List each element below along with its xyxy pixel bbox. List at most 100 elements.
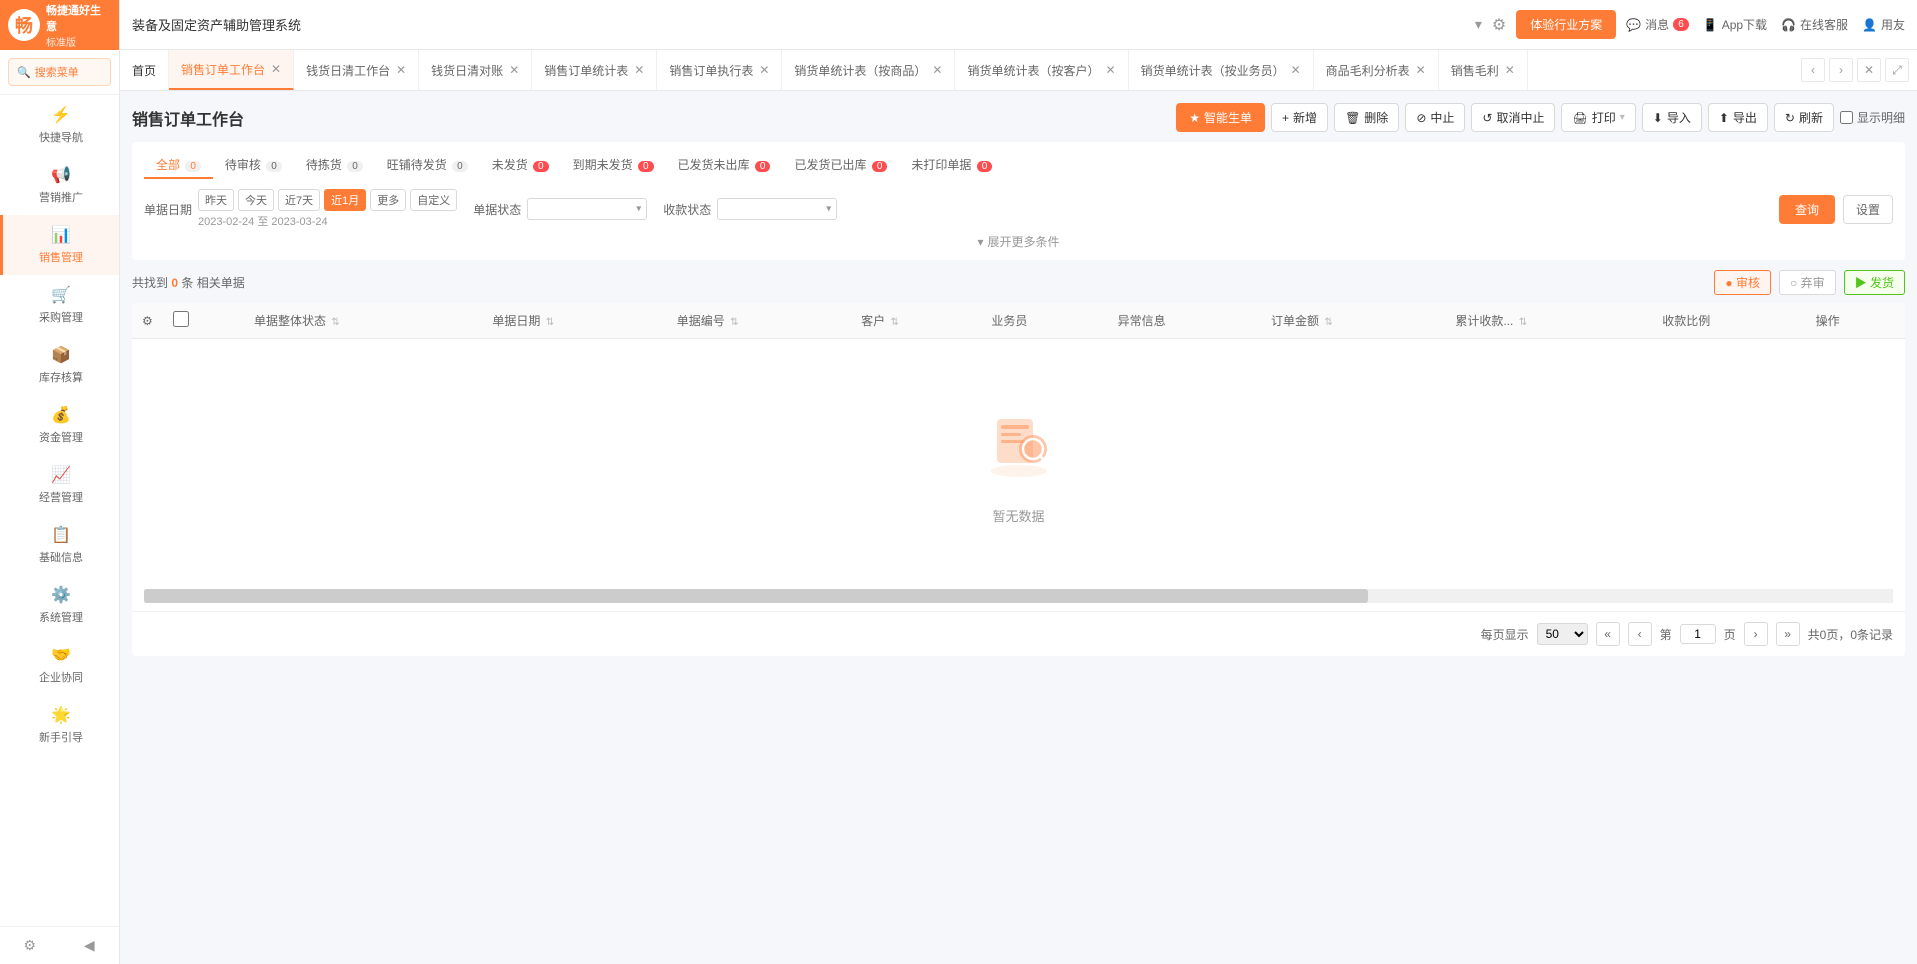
sidebar-item-guide[interactable]: 🌟 新手引导 [0,695,119,755]
tab-close-sales-gross[interactable]: ✕ [1505,63,1515,77]
filter-tab-wangpu[interactable]: 旺铺待发货 0 [375,152,480,179]
print-button[interactable]: 🖨 打印 ▾ [1561,103,1635,132]
tab-sales-workbench[interactable]: 销售订单工作台 ✕ [169,50,294,90]
tab-close-sales-summary-staff[interactable]: ✕ [1291,63,1301,77]
tab-sales-gross[interactable]: 销售毛利 ✕ [1439,50,1528,90]
sidebar-quick-nav[interactable]: ⚡ 快捷导航 [0,95,119,155]
tab-product-margin[interactable]: 商品毛利分析表 ✕ [1314,50,1439,90]
tab-close-cash-daily[interactable]: ✕ [396,63,406,77]
date-custom-button[interactable]: 自定义 [410,189,457,211]
cancel-audit-button[interactable]: ○ 弃审 [1779,270,1836,295]
sidebar-item-marketing[interactable]: 📢 营销推广 [0,155,119,215]
industry-solution-button[interactable]: 体验行业方案 [1516,10,1616,39]
tab-close-sales-workbench[interactable]: ✕ [271,62,281,76]
scrollbar-thumb[interactable] [144,589,1368,603]
tab-home[interactable]: 首页 [120,50,169,90]
messages-label: 消息 [1645,16,1669,33]
tab-close-sales-stats[interactable]: ✕ [634,63,644,77]
sort-collected-icon[interactable]: ⇅ [1519,317,1527,328]
system-dropdown-icon[interactable]: ▾ [1475,16,1482,33]
tabs-expand-button[interactable]: ⤢ [1885,58,1909,82]
tabs-scroll-right-button[interactable]: › [1829,58,1853,82]
tab-close-cash-reconcile[interactable]: ✕ [509,63,519,77]
sidebar-settings-button[interactable]: ⚙ [0,927,60,964]
show-detail-checkbox[interactable] [1840,111,1853,124]
tab-sales-exec[interactable]: 销售订单执行表 ✕ [657,50,782,90]
tab-cash-daily[interactable]: 钱货日清工作台 ✕ [294,50,419,90]
horizontal-scrollbar[interactable] [144,589,1893,603]
expand-more-button[interactable]: ▾ 展开更多条件 [144,229,1893,250]
sidebar-item-finance[interactable]: 💰 资金管理 [0,395,119,455]
sidebar-item-purchase[interactable]: 🛒 采购管理 [0,275,119,335]
cancel-suspend-button[interactable]: ↺ 取消中止 [1471,103,1555,132]
tabs-close-all-button[interactable]: ✕ [1857,58,1881,82]
status-select[interactable] [527,198,647,220]
tab-sales-summary-staff[interactable]: 销货单统计表（按业务员） ✕ [1129,50,1314,90]
date-1month-button[interactable]: 近1月 [324,189,366,211]
page-size-select[interactable]: 50 10 20 100 [1537,623,1588,645]
sort-customer-icon[interactable]: ⇅ [890,317,898,328]
show-detail-label[interactable]: 显示明细 [1840,109,1905,126]
tab-close-sales-exec[interactable]: ✕ [759,63,769,77]
query-button[interactable]: 查询 [1779,195,1835,224]
tab-sales-summary-product[interactable]: 销货单统计表（按商品） ✕ [782,50,955,90]
last-page-button[interactable]: » [1776,622,1800,646]
sidebar-item-sales[interactable]: 📊 销售管理 [0,215,119,275]
sort-status-icon[interactable]: ⇅ [331,317,339,328]
enterprise-icon: 🤝 [51,645,71,665]
tab-cash-reconcile[interactable]: 钱货日清对账 ✕ [419,50,532,90]
sort-number-icon[interactable]: ⇅ [730,317,738,328]
tab-close-product-margin[interactable]: ✕ [1416,63,1426,77]
smart-create-button[interactable]: ★ 智能生单 [1176,103,1265,132]
user-menu-button[interactable]: 👤 用友 [1862,16,1905,33]
filter-settings-button[interactable]: 设置 [1843,195,1893,224]
date-yesterday-button[interactable]: 昨天 [198,189,234,211]
col-settings[interactable]: ⚙ [132,303,163,339]
filter-tab-pending-inspect[interactable]: 待拣货 0 [294,152,375,179]
date-today-button[interactable]: 今天 [238,189,274,211]
filter-tab-shipped-warehoused[interactable]: 已发货已出库 0 [782,152,899,179]
suspend-button[interactable]: ⊘ 中止 [1405,103,1465,132]
online-service-button[interactable]: 🎧 在线客服 [1781,16,1848,33]
import-button[interactable]: ⬇ 导入 [1642,103,1702,132]
export-button[interactable]: ⬆ 导出 [1708,103,1768,132]
filter-tab-expired-unshipped[interactable]: 到期未发货 0 [561,152,666,179]
next-page-button[interactable]: › [1744,622,1768,646]
filter-tab-unprinted[interactable]: 未打印单据 0 [899,152,1004,179]
delete-button[interactable]: 🗑 删除 [1334,103,1399,132]
tab-close-sales-summary-product[interactable]: ✕ [932,63,942,77]
select-all-checkbox[interactable] [173,311,189,327]
audit-button[interactable]: ● 审核 [1714,270,1771,295]
ship-button[interactable]: ▶ 发货 [1844,270,1905,295]
filter-tab-pending-audit[interactable]: 待审核 0 [213,152,294,179]
tab-sales-summary-customer[interactable]: 销货单统计表（按客户） ✕ [955,50,1128,90]
date-7days-button[interactable]: 近7天 [278,189,320,211]
sidebar-item-system[interactable]: ⚙️ 系统管理 [0,575,119,635]
filter-tab-shipped-not-warehoused[interactable]: 已发货未出库 0 [666,152,783,179]
search-menu-button[interactable]: 🔍 搜索菜单 [8,58,111,86]
topbar-settings-icon[interactable]: ⚙ [1492,15,1506,35]
payment-select[interactable] [717,198,837,220]
tab-close-sales-summary-customer[interactable]: ✕ [1106,63,1116,77]
app-download-button[interactable]: 📱 App下载 [1703,16,1767,33]
messages-button[interactable]: 💬 消息 6 [1626,16,1689,33]
refresh-button[interactable]: ↻ 刷新 [1774,103,1834,132]
empty-text: 暂无数据 [992,506,1044,525]
date-more-button[interactable]: 更多 [370,189,406,211]
add-button[interactable]: + 新增 [1271,103,1328,132]
filter-tab-all[interactable]: 全部 0 [144,152,213,179]
sort-date-icon[interactable]: ⇅ [546,317,554,328]
audit-icon: ● [1725,276,1732,290]
sort-amount-icon[interactable]: ⇅ [1324,317,1332,328]
prev-page-button[interactable]: ‹ [1628,622,1652,646]
tab-sales-stats[interactable]: 销售订单统计表 ✕ [532,50,657,90]
first-page-button[interactable]: « [1596,622,1620,646]
sidebar-item-operations[interactable]: 📈 经营管理 [0,455,119,515]
sidebar-item-inventory[interactable]: 📦 库存核算 [0,335,119,395]
filter-tab-unshipped[interactable]: 未发货 0 [480,152,561,179]
sidebar-item-enterprise[interactable]: 🤝 企业协同 [0,635,119,695]
tabs-scroll-left-button[interactable]: ‹ [1801,58,1825,82]
sidebar-item-basic[interactable]: 📋 基础信息 [0,515,119,575]
page-number-input[interactable] [1680,624,1716,644]
sidebar-collapse-button[interactable]: ◀ [60,927,120,964]
